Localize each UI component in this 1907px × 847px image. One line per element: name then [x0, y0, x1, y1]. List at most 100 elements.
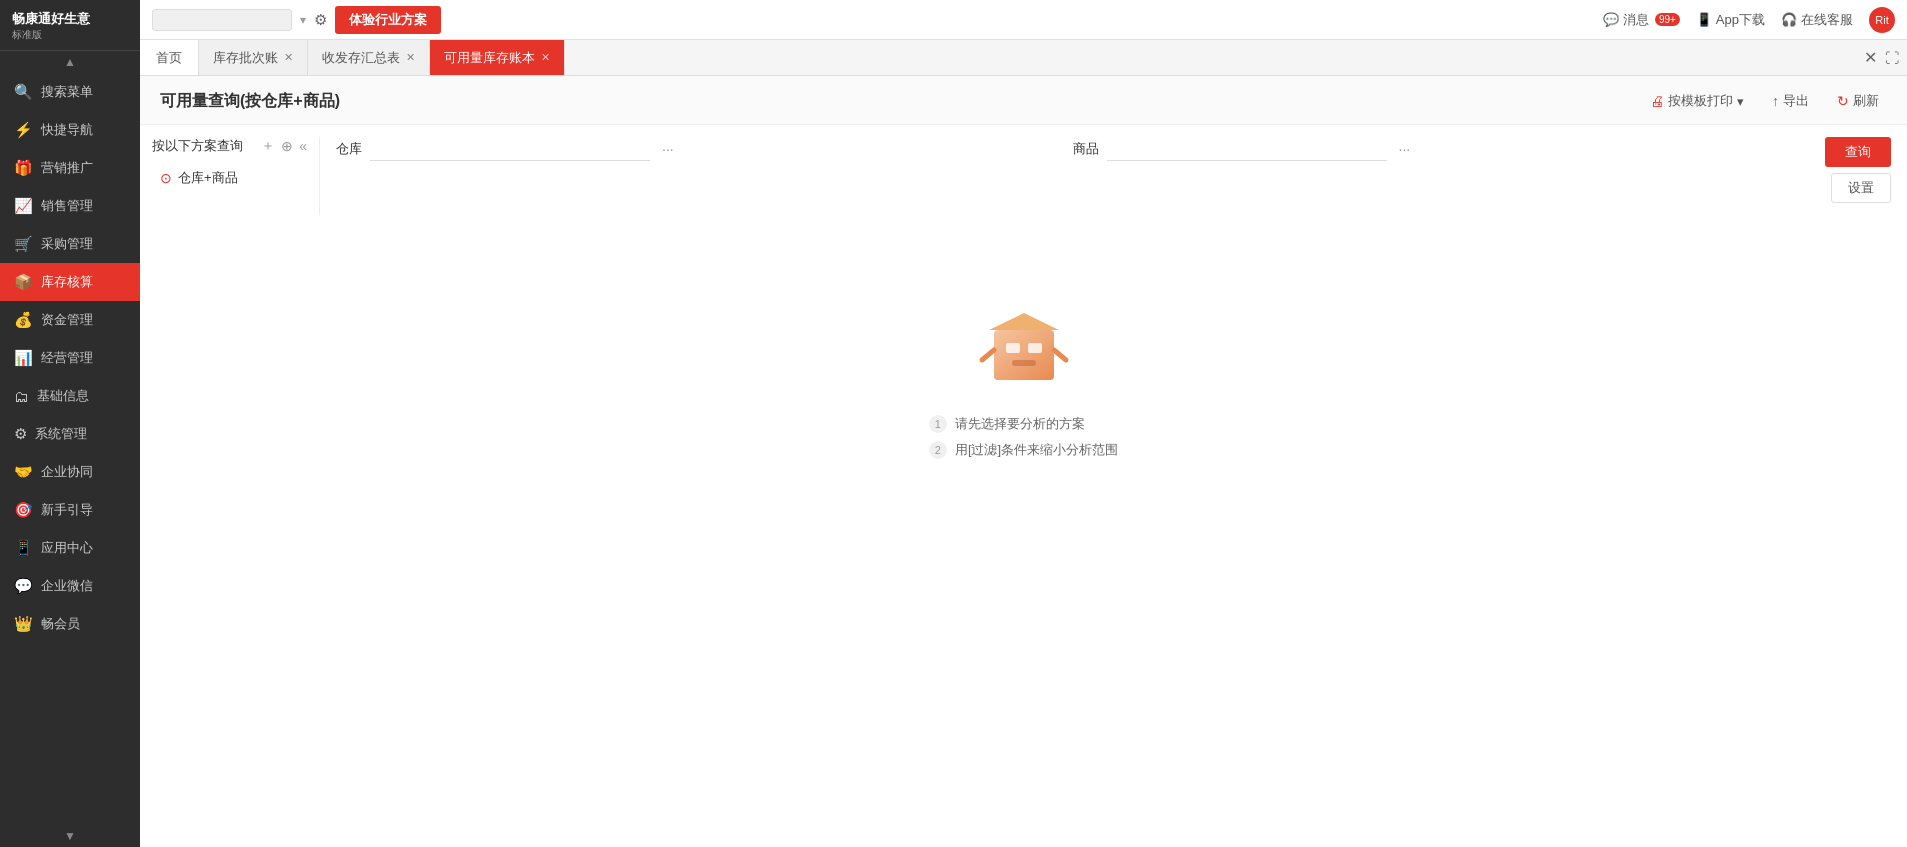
export-icon: ↑ — [1772, 93, 1779, 109]
tab-summary[interactable]: 收发存汇总表 ✕ — [308, 40, 430, 75]
sidebar-item-operation[interactable]: 📊 经营管理 — [0, 339, 140, 377]
tab-batch-close[interactable]: ✕ — [284, 51, 293, 64]
app-download-btn[interactable]: 📱 App下载 — [1696, 11, 1765, 29]
print-icon: 🖨 — [1650, 93, 1664, 109]
svg-rect-4 — [1012, 360, 1036, 366]
member-icon: 👑 — [14, 615, 33, 633]
page-title: 可用量查询(按仓库+商品) — [160, 91, 340, 112]
scheme-settings-icon[interactable]: ⊕ — [281, 138, 293, 154]
sidebar-item-marketing[interactable]: 🎁 营销推广 — [0, 149, 140, 187]
export-btn[interactable]: ↑ 导出 — [1764, 88, 1817, 114]
refresh-label: 刷新 — [1853, 92, 1879, 110]
tab-home[interactable]: 首页 — [140, 40, 199, 75]
topbar-dropdown-icon[interactable]: ▾ — [300, 13, 306, 27]
filter-row: 仓库 ··· 商品 ··· — [336, 137, 1793, 161]
scroll-up-btn[interactable]: ▲ — [0, 51, 140, 73]
print-label: 按模板打印 — [1668, 92, 1733, 110]
tab-batch[interactable]: 库存批次账 ✕ — [199, 40, 308, 75]
message-btn[interactable]: 💬 消息 99+ — [1603, 11, 1680, 29]
sidebar-item-appstore[interactable]: 📱 应用中心 — [0, 529, 140, 567]
topbar: ▾ ⚙ 体验行业方案 💬 消息 99+ 📱 App下载 🎧 在线客服 Rit — [140, 0, 1907, 40]
scheme-add-icon[interactable]: ＋ — [261, 137, 275, 155]
refresh-icon: ↻ — [1837, 93, 1849, 109]
product-more-btn[interactable]: ··· — [1395, 139, 1415, 159]
close-all-tabs-icon[interactable]: ✕ — [1864, 48, 1877, 67]
sidebar-item-label-enterprise: 企业协同 — [41, 463, 93, 481]
app-icon: 📱 — [1696, 12, 1712, 27]
tip-num-1: 1 — [929, 415, 947, 433]
message-icon: 💬 — [1603, 12, 1619, 27]
sidebar-item-label-sales: 销售管理 — [41, 197, 93, 215]
scheme-item-icon: ⊙ — [160, 170, 172, 186]
empty-tip-1: 1 请先选择要分析的方案 — [929, 415, 1118, 433]
topbar-search-input[interactable] — [152, 9, 292, 31]
setting-button[interactable]: 设置 — [1831, 173, 1891, 203]
tab-summary-close[interactable]: ✕ — [406, 51, 415, 64]
sidebar-item-inventory[interactable]: 📦 库存核算 — [0, 263, 140, 301]
inventory-icon: 📦 — [14, 273, 33, 291]
sidebar-item-search[interactable]: 🔍 搜索菜单 — [0, 73, 140, 111]
warehouse-input[interactable] — [370, 137, 650, 161]
empty-tips: 1 请先选择要分析的方案 2 用[过滤]条件来缩小分析范围 — [929, 415, 1118, 459]
warehouse-more-btn[interactable]: ··· — [658, 139, 678, 159]
topbar-gear-icon[interactable]: ⚙ — [314, 11, 327, 29]
service-label: 在线客服 — [1801, 11, 1853, 29]
tab-available[interactable]: 可用量库存账本 ✕ — [430, 40, 565, 75]
sidebar: 畅康通好生意 标准版 ▲ 🔍 搜索菜单 ⚡ 快捷导航 🎁 营销推广 📈 销售管理… — [0, 0, 140, 847]
sidebar-item-member[interactable]: 👑 畅会员 — [0, 605, 140, 643]
warehouse-filter-group: 仓库 ··· — [336, 137, 1057, 161]
tab-summary-label: 收发存汇总表 — [322, 49, 400, 67]
scheme-item-warehouse-product[interactable]: ⊙ 仓库+商品 — [152, 163, 307, 193]
service-btn[interactable]: 🎧 在线客服 — [1781, 11, 1853, 29]
sidebar-item-wechat[interactable]: 💬 企业微信 — [0, 567, 140, 605]
trial-button[interactable]: 体验行业方案 — [335, 6, 441, 34]
sidebar-item-purchase[interactable]: 🛒 采购管理 — [0, 225, 140, 263]
scheme-panel: 按以下方案查询 ＋ ⊕ « ⊙ 仓库+商品 — [140, 137, 320, 215]
avatar-text: Rit — [1875, 14, 1888, 26]
refresh-btn[interactable]: ↻ 刷新 — [1829, 88, 1887, 114]
topbar-right: 💬 消息 99+ 📱 App下载 🎧 在线客服 Rit — [1603, 7, 1895, 33]
search-icon: 🔍 — [14, 83, 33, 101]
sidebar-item-label-shortcut: 快捷导航 — [41, 121, 93, 139]
system-icon: ⚙ — [14, 425, 27, 443]
sidebar-item-shortcut[interactable]: ⚡ 快捷导航 — [0, 111, 140, 149]
empty-tip-2: 2 用[过滤]条件来缩小分析范围 — [929, 441, 1118, 459]
sidebar-item-label-purchase: 采购管理 — [41, 235, 93, 253]
sidebar-item-finance[interactable]: 💰 资金管理 — [0, 301, 140, 339]
tip-text-1: 请先选择要分析的方案 — [955, 415, 1085, 433]
empty-state: 1 请先选择要分析的方案 2 用[过滤]条件来缩小分析范围 — [140, 215, 1907, 499]
operation-icon: 📊 — [14, 349, 33, 367]
sidebar-logo: 畅康通好生意 标准版 — [0, 0, 140, 51]
app-label: App下载 — [1716, 11, 1765, 29]
scheme-collapse-icon[interactable]: « — [299, 138, 307, 154]
tab-home-label: 首页 — [156, 49, 182, 67]
sidebar-item-basic[interactable]: 🗂 基础信息 — [0, 377, 140, 415]
empty-illustration — [974, 295, 1074, 395]
product-label: 商品 — [1073, 140, 1099, 158]
sidebar-item-label-wechat: 企业微信 — [41, 577, 93, 595]
purchase-icon: 🛒 — [14, 235, 33, 253]
expand-icon[interactable]: ⛶ — [1885, 50, 1899, 66]
tab-available-label: 可用量库存账本 — [444, 49, 535, 67]
sales-icon: 📈 — [14, 197, 33, 215]
main-area: ▾ ⚙ 体验行业方案 💬 消息 99+ 📱 App下载 🎧 在线客服 Rit — [140, 0, 1907, 847]
basic-icon: 🗂 — [14, 388, 29, 405]
scheme-header-label: 按以下方案查询 — [152, 137, 243, 155]
scheme-header: 按以下方案查询 ＋ ⊕ « — [152, 137, 307, 155]
tip-num-2: 2 — [929, 441, 947, 459]
scroll-down-btn[interactable]: ▼ — [0, 825, 140, 847]
finance-icon: 💰 — [14, 311, 33, 329]
product-input[interactable] — [1107, 137, 1387, 161]
tab-available-close[interactable]: ✕ — [541, 51, 550, 64]
sidebar-item-sales[interactable]: 📈 销售管理 — [0, 187, 140, 225]
sidebar-item-system[interactable]: ⚙ 系统管理 — [0, 415, 140, 453]
avatar[interactable]: Rit — [1869, 7, 1895, 33]
sidebar-item-label-inventory: 库存核算 — [41, 273, 93, 291]
logo-title: 畅康通好生意 — [12, 10, 128, 28]
sidebar-item-enterprise[interactable]: 🤝 企业协同 — [0, 453, 140, 491]
sidebar-item-label-operation: 经营管理 — [41, 349, 93, 367]
service-icon: 🎧 — [1781, 12, 1797, 27]
sidebar-item-guide[interactable]: 🎯 新手引导 — [0, 491, 140, 529]
print-btn[interactable]: 🖨 按模板打印 ▾ — [1642, 88, 1752, 114]
query-button[interactable]: 查询 — [1825, 137, 1891, 167]
